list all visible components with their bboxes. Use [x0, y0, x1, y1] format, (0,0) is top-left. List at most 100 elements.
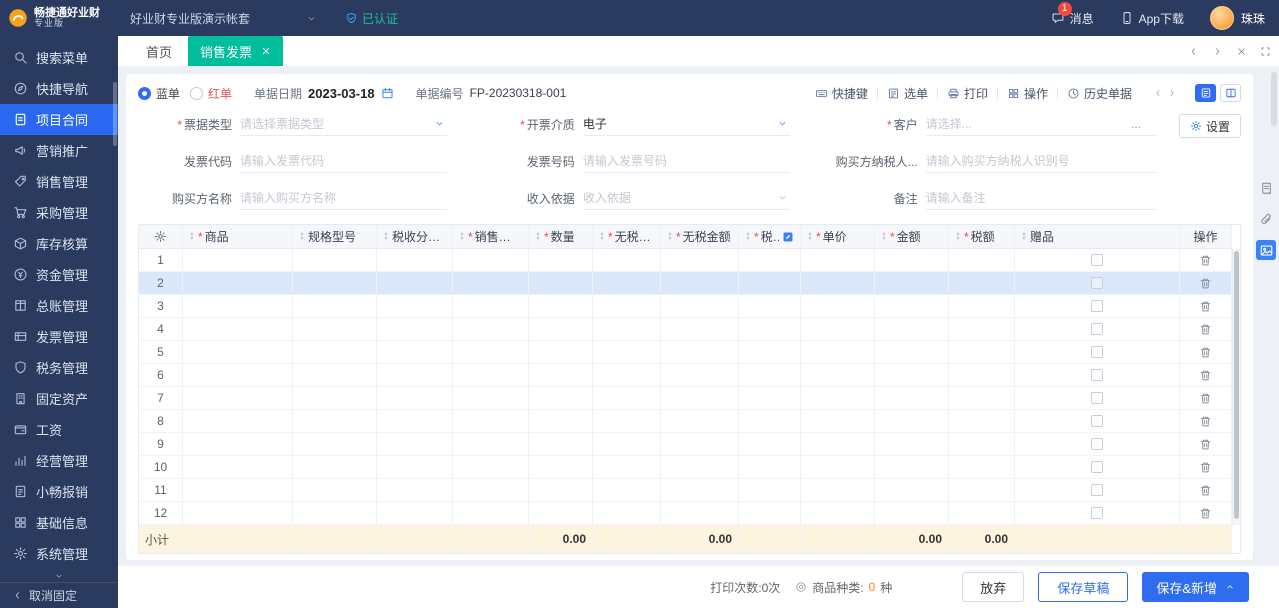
- sort-icon[interactable]: ▲ ▼: [299, 231, 305, 242]
- buyer-tax-id-input[interactable]: 请输入购买方纳税人识别号: [925, 149, 1157, 173]
- sidebar-item-tax-mgmt[interactable]: 税务管理: [0, 352, 118, 383]
- table-row-6[interactable]: 6: [139, 364, 1232, 387]
- remark-input[interactable]: 请输入备注: [925, 186, 1157, 210]
- table-row-8[interactable]: 8: [139, 410, 1232, 433]
- prev-tab-icon[interactable]: [1188, 46, 1199, 57]
- gift-checkbox[interactable]: [1091, 484, 1103, 496]
- delete-row-icon[interactable]: [1199, 507, 1212, 520]
- page-scrollbar[interactable]: [1271, 72, 1277, 126]
- sort-icon[interactable]: ▲ ▼: [383, 231, 389, 242]
- user-menu[interactable]: 珠珠: [1209, 6, 1265, 30]
- more-icon[interactable]: ...: [1131, 117, 1141, 131]
- delete-row-icon[interactable]: [1199, 484, 1212, 497]
- account-set-select[interactable]: 好业财专业版演示帐套: [130, 10, 317, 27]
- delete-row-icon[interactable]: [1199, 438, 1212, 451]
- delete-row-icon[interactable]: [1199, 369, 1212, 382]
- delete-row-icon[interactable]: [1199, 300, 1212, 313]
- sort-icon[interactable]: ▲ ▼: [807, 231, 813, 242]
- sidebar-item-funds-mgmt[interactable]: 资金管理: [0, 259, 118, 290]
- history-docs-button[interactable]: 历史单据: [1058, 85, 1141, 102]
- sidebar-item-marketing[interactable]: 营销推广: [0, 135, 118, 166]
- sort-icon[interactable]: ▲ ▼: [459, 231, 465, 242]
- table-row-2[interactable]: 2: [139, 272, 1232, 295]
- gift-checkbox[interactable]: [1091, 277, 1103, 289]
- sort-icon[interactable]: ▲ ▼: [535, 231, 541, 242]
- sidebar-item-general-ledger[interactable]: 总账管理: [0, 290, 118, 321]
- column-settings-icon[interactable]: [154, 230, 167, 243]
- table-row-12[interactable]: 12: [139, 502, 1232, 525]
- gift-checkbox[interactable]: [1091, 369, 1103, 381]
- prev-doc-icon[interactable]: [1153, 88, 1163, 98]
- app-download-button[interactable]: App下载: [1120, 10, 1184, 27]
- sort-icon[interactable]: ▲ ▼: [1021, 231, 1027, 242]
- delete-row-icon[interactable]: [1199, 392, 1212, 405]
- unpin-button[interactable]: 取消固定: [0, 582, 118, 608]
- doc-date-value[interactable]: 2023-03-18: [308, 86, 375, 101]
- fullscreen-icon[interactable]: [1260, 46, 1271, 57]
- table-row-5[interactable]: 5: [139, 341, 1232, 364]
- tab-close-icon[interactable]: [261, 46, 271, 56]
- delete-row-icon[interactable]: [1199, 277, 1212, 290]
- delete-row-icon[interactable]: [1199, 254, 1212, 267]
- customer-input[interactable]: 请选择... ...: [925, 112, 1157, 136]
- gift-checkbox[interactable]: [1091, 392, 1103, 404]
- pick-doc-button[interactable]: 选单: [878, 85, 937, 102]
- table-row-9[interactable]: 9: [139, 433, 1232, 456]
- red-invoice-radio[interactable]: 红单: [190, 85, 232, 102]
- delete-row-icon[interactable]: [1199, 323, 1212, 336]
- discard-button[interactable]: 放弃: [962, 572, 1025, 602]
- gift-checkbox[interactable]: [1091, 461, 1103, 473]
- sidebar-item-project-contract[interactable]: 项目合同: [0, 104, 118, 135]
- gift-checkbox[interactable]: [1091, 346, 1103, 358]
- delete-row-icon[interactable]: [1199, 461, 1212, 474]
- settings-button[interactable]: 设置: [1178, 114, 1241, 138]
- sidebar-item-payroll[interactable]: 工资: [0, 414, 118, 445]
- sidebar-scroll-down-icon[interactable]: [0, 570, 118, 582]
- shortcut-keys-button[interactable]: 快捷键: [806, 85, 877, 102]
- delete-row-icon[interactable]: [1199, 346, 1212, 359]
- sidebar-item-purchase-mgmt[interactable]: 采购管理: [0, 197, 118, 228]
- table-row-3[interactable]: 3: [139, 295, 1232, 318]
- sidebar-item-quick-nav[interactable]: 快捷导航: [0, 73, 118, 104]
- bill-type-input[interactable]: 请选择票据类型: [240, 112, 447, 136]
- table-row-1[interactable]: 1: [139, 249, 1232, 272]
- sidebar-item-inventory-accounting[interactable]: 库存核算: [0, 228, 118, 259]
- scrollbar-thumb[interactable]: [1234, 251, 1239, 519]
- gift-checkbox[interactable]: [1091, 300, 1103, 312]
- messages-button[interactable]: 1 消息: [1051, 1, 1094, 27]
- delete-row-icon[interactable]: [1199, 415, 1212, 428]
- sort-icon[interactable]: ▲ ▼: [599, 231, 605, 242]
- save-and-new-button[interactable]: 保存&新增: [1142, 572, 1249, 602]
- sidebar-item-invoice-mgmt[interactable]: 发票管理: [0, 321, 118, 352]
- sort-icon[interactable]: ▲ ▼: [189, 231, 195, 242]
- sort-icon[interactable]: ▲ ▼: [881, 231, 887, 242]
- invoice-number-input[interactable]: 请输入发票号码: [582, 149, 790, 173]
- attachment-icon[interactable]: [1256, 209, 1276, 229]
- tab-sales-invoice[interactable]: 销售发票: [188, 36, 284, 66]
- sidebar-item-sales-mgmt[interactable]: 销售管理: [0, 166, 118, 197]
- next-doc-icon[interactable]: [1167, 88, 1177, 98]
- image-viewer-icon[interactable]: [1256, 240, 1276, 260]
- sidebar-scrollbar[interactable]: [113, 82, 117, 146]
- income-basis-input[interactable]: 收入依据: [582, 186, 790, 210]
- list-layout-toggle[interactable]: [1195, 84, 1216, 102]
- table-row-4[interactable]: 4: [139, 318, 1232, 341]
- invoice-code-input[interactable]: 请输入发票代码: [240, 149, 447, 173]
- operations-button[interactable]: 操作: [998, 85, 1057, 102]
- print-button[interactable]: 打印: [938, 85, 997, 102]
- next-tab-icon[interactable]: [1212, 46, 1223, 57]
- doc-preview-icon[interactable]: [1256, 178, 1276, 198]
- sidebar-item-fixed-assets[interactable]: 固定资产: [0, 383, 118, 414]
- edit-column-icon[interactable]: [782, 231, 794, 243]
- gift-checkbox[interactable]: [1091, 415, 1103, 427]
- gift-checkbox[interactable]: [1091, 323, 1103, 335]
- sort-icon[interactable]: ▲ ▼: [667, 231, 673, 242]
- buyer-name-input[interactable]: 请输入购买方名称: [240, 186, 447, 210]
- gift-checkbox[interactable]: [1091, 438, 1103, 450]
- calendar-icon[interactable]: [381, 87, 394, 100]
- tab-home[interactable]: 首页: [130, 42, 188, 61]
- blue-invoice-radio[interactable]: 蓝单: [138, 85, 180, 102]
- sidebar-item-business-mgmt[interactable]: 经营管理: [0, 445, 118, 476]
- sidebar-item-search-menu[interactable]: 搜索菜单: [0, 42, 118, 73]
- split-layout-toggle[interactable]: [1220, 84, 1241, 102]
